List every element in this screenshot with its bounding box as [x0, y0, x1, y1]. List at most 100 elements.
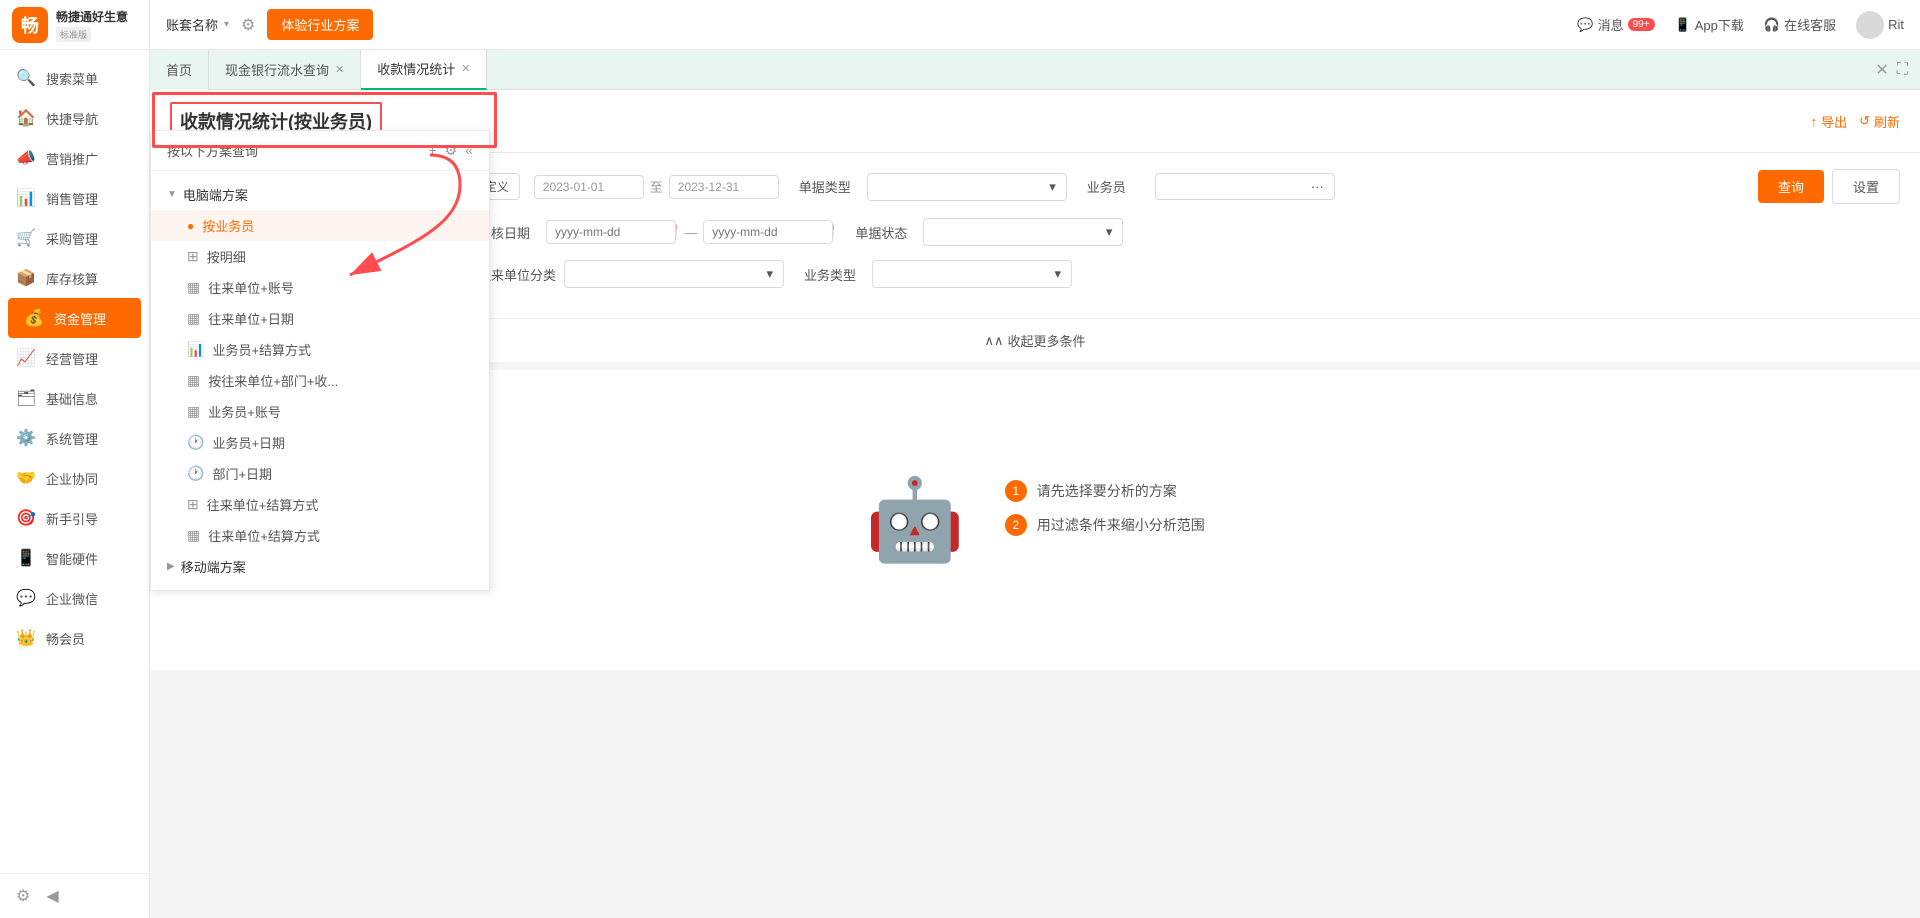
member-icon: 👑 — [16, 628, 36, 648]
service-label: 在线客服 — [1784, 15, 1836, 34]
empty-step-2: 2 用过滤条件来缩小分析范围 — [1005, 514, 1205, 536]
scheme-item-partner-dept-collect[interactable]: ▦ 按往来单位+部门+收... — [151, 365, 489, 396]
scheme-item-partner-settlement1[interactable]: ⊞ 往来单位+结算方式 — [151, 489, 489, 520]
sidebar-item-hardware[interactable]: 📱 智能硬件 — [0, 538, 149, 578]
sidebar-item-inventory[interactable]: 📦 库存核算 — [0, 258, 149, 298]
scheme-settings-icon[interactable]: ⚙ — [445, 142, 458, 159]
settings-button[interactable]: 设置 — [1832, 169, 1900, 204]
sidebar-item-label: 采购管理 — [46, 229, 98, 248]
scheme-add-icon[interactable]: + — [428, 142, 436, 159]
hardware-icon: 📱 — [16, 548, 36, 568]
scheme-item-by-salesperson[interactable]: ● 按业务员 — [151, 210, 489, 241]
collapse-label: 收起更多条件 — [1008, 331, 1086, 350]
scheme-item-salesperson-date[interactable]: 🕐 业务员+日期 — [151, 427, 489, 458]
salesperson-label: 业务员 — [1087, 177, 1147, 196]
review-date-field: 审核日期 📅 — 📅 — [478, 220, 835, 244]
scheme-collapse-icon[interactable]: « — [465, 142, 473, 159]
footer-settings-icon[interactable]: ⚙ — [16, 886, 30, 906]
scheme-item-label: 按业务员 — [202, 216, 254, 235]
review-date-from-input[interactable] — [546, 220, 676, 244]
trial-button[interactable]: 体验行业方案 — [267, 9, 373, 40]
sidebar-item-purchase[interactable]: 🛒 采购管理 — [0, 218, 149, 258]
sidebar-item-guide[interactable]: 🎯 新手引导 — [0, 498, 149, 538]
partner-category-select[interactable]: ▾ — [564, 260, 784, 288]
scheme-item-salesperson-account[interactable]: ▦ 业务员+账号 — [151, 396, 489, 427]
scheme-header-icons: + ⚙ « — [428, 142, 473, 159]
review-date-to-input[interactable] — [703, 220, 833, 244]
header: 账套名称 ▾ ⚙ 体验行业方案 💬 消息 99+ 📱 App下载 🎧 在线客服 … — [150, 0, 1920, 50]
step-2-number: 2 — [1005, 514, 1027, 536]
scheme-item-dept-date[interactable]: 🕐 部门+日期 — [151, 458, 489, 489]
tab-maximize-icon[interactable]: ⛶ — [1897, 61, 1908, 79]
sidebar-item-marketing[interactable]: 📣 营销推广 — [0, 138, 149, 178]
sidebar-item-label: 基础信息 — [46, 389, 98, 408]
scheme-item-clock2-icon: 🕐 — [187, 465, 204, 482]
tab-collection-stats[interactable]: 收款情况统计 ✕ — [361, 50, 487, 90]
logo-badge: 标准版 — [56, 27, 91, 42]
partner-category-field: 往来单位分类 ▾ — [478, 260, 784, 288]
scheme-item-salesperson-settlement[interactable]: 📊 业务员+结算方式 — [151, 334, 489, 365]
header-online-service[interactable]: 🎧 在线客服 — [1764, 15, 1836, 34]
biz-type-select[interactable]: ▾ — [872, 260, 1072, 288]
account-chevron-icon[interactable]: ▾ — [224, 19, 229, 30]
header-gear-icon[interactable]: ⚙ — [241, 15, 255, 35]
scheme-item-grid-icon: ⊞ — [187, 248, 199, 265]
doc-status-select[interactable]: ▾ — [923, 218, 1123, 246]
tab-bank-flow[interactable]: 现金银行流水查询 ✕ — [209, 50, 361, 90]
date-to-input[interactable] — [669, 175, 779, 199]
tab-home[interactable]: 首页 — [150, 50, 209, 90]
scheme-item-label: 业务员+日期 — [212, 433, 285, 452]
sidebar-item-quick-nav[interactable]: 🏠 快捷导航 — [0, 98, 149, 138]
refresh-icon: ↺ — [1859, 113, 1870, 129]
sidebar-item-search-menu[interactable]: 🔍 搜索菜单 — [0, 58, 149, 98]
sidebar-item-label: 新手引导 — [46, 509, 98, 528]
scheme-item-partner-settlement2[interactable]: ▦ 往来单位+结算方式 — [151, 520, 489, 551]
tab-collection-stats-close-icon[interactable]: ✕ — [461, 62, 470, 75]
tab-close-all-icon[interactable]: ✕ — [1875, 60, 1888, 80]
sidebar-nav: 🔍 搜索菜单 🏠 快捷导航 📣 营销推广 📊 销售管理 🛒 采购管理 📦 库存核… — [0, 50, 149, 873]
doc-type-select[interactable]: ▾ — [867, 173, 1067, 201]
scheme-item-active-icon: ● — [187, 219, 194, 233]
sidebar-item-label: 企业微信 — [46, 589, 98, 608]
sidebar-item-wechat[interactable]: 💬 企业微信 — [0, 578, 149, 618]
sidebar-item-system[interactable]: ⚙️ 系统管理 — [0, 418, 149, 458]
scheme-group-desktop-label: 电脑端方案 — [183, 185, 248, 204]
sidebar-item-enterprise[interactable]: 🤝 企业协同 — [0, 458, 149, 498]
doc-type-chevron-icon: ▾ — [1049, 179, 1056, 195]
doc-status-field: 单据状态 ▾ — [855, 218, 1123, 246]
scheme-group-desktop-header[interactable]: ▼ 电脑端方案 — [151, 179, 489, 210]
sidebar-item-finance[interactable]: 💰 资金管理 — [8, 298, 141, 338]
business-icon: 📈 — [16, 348, 36, 368]
step-1-number: 1 — [1005, 480, 1027, 502]
scheme-item-by-detail[interactable]: ⊞ 按明细 — [151, 241, 489, 272]
header-right: 💬 消息 99+ 📱 App下载 🎧 在线客服 Rit — [1577, 11, 1904, 39]
empty-robot-icon: 🤖 — [865, 480, 965, 560]
salesperson-select[interactable]: ··· — [1155, 173, 1335, 200]
step-1-text: 请先选择要分析的方案 — [1037, 481, 1177, 501]
header-message[interactable]: 💬 消息 99+ — [1577, 15, 1654, 34]
export-button[interactable]: ↑ 导出 — [1811, 112, 1848, 131]
header-app-download[interactable]: 📱 App下载 — [1675, 15, 1744, 34]
form-buttons: 查询 设置 — [1758, 169, 1900, 204]
date-from-input[interactable] — [534, 175, 644, 199]
scheme-group-mobile-header[interactable]: ▶ 移动端方案 — [151, 551, 489, 582]
review-date-range: 📅 — 📅 — [546, 220, 835, 244]
footer-collapse-icon[interactable]: ◀ — [46, 886, 58, 906]
sidebar-item-label: 快捷导航 — [46, 109, 98, 128]
header-user[interactable]: Rit — [1856, 11, 1904, 39]
scheme-item-partner-date[interactable]: ▦ 往来单位+日期 — [151, 303, 489, 334]
query-button[interactable]: 查询 — [1758, 170, 1824, 203]
page-actions: ↑ 导出 ↺ 刷新 — [1811, 112, 1900, 131]
refresh-button[interactable]: ↺ 刷新 — [1859, 112, 1900, 131]
tab-bank-flow-close-icon[interactable]: ✕ — [335, 63, 344, 76]
sidebar-item-label: 畅会员 — [46, 629, 85, 648]
sidebar-item-business[interactable]: 📈 经营管理 — [0, 338, 149, 378]
sidebar-item-basic[interactable]: 🗂 基础信息 — [0, 378, 149, 418]
sidebar-item-label: 经营管理 — [46, 349, 98, 368]
scheme-item-partner-account[interactable]: ▦ 往来单位+账号 — [151, 272, 489, 303]
sidebar-item-sales[interactable]: 📊 销售管理 — [0, 178, 149, 218]
step-2-text: 用过滤条件来缩小分析范围 — [1037, 515, 1205, 535]
scheme-group-mobile: ▶ 移动端方案 — [151, 551, 489, 582]
scheme-item-label: 往来单位+账号 — [208, 278, 294, 297]
sidebar-item-member[interactable]: 👑 畅会员 — [0, 618, 149, 658]
